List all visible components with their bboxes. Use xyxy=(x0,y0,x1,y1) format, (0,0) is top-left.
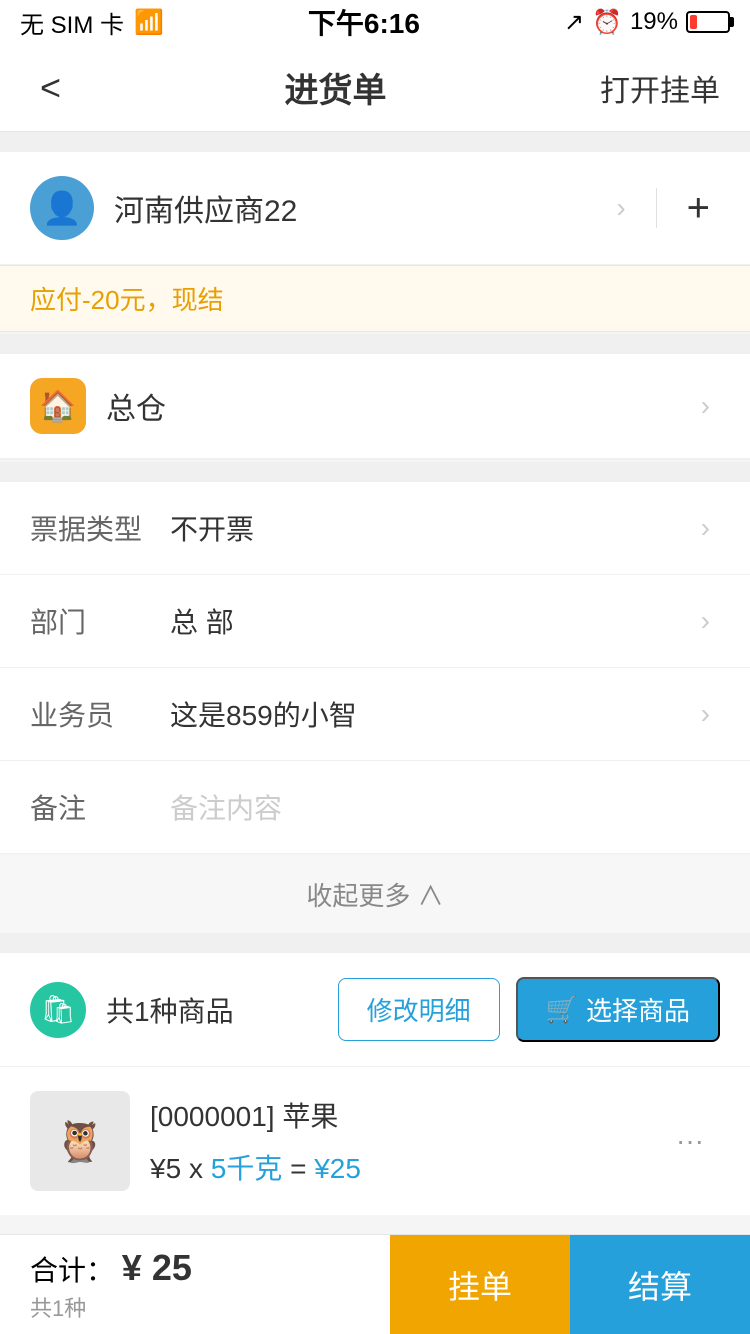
invoice-value: 不开票 xyxy=(170,508,701,548)
add-button[interactable]: + xyxy=(677,186,720,231)
total-count: 共1种 xyxy=(30,1291,360,1323)
bag-icon: 🛍 xyxy=(40,993,76,1026)
gap-1 xyxy=(0,132,750,152)
warehouse-row[interactable]: 🏠 总仓 › xyxy=(0,354,750,460)
chevron-right-invoice-icon: › xyxy=(701,512,710,544)
warehouse-icon: 🏠 xyxy=(30,378,86,434)
supplier-card: 👤 河南供应商22 › + 应付-20元，现结 xyxy=(0,152,750,332)
form-card: 票据类型 不开票 › 部门 总 部 › 业务员 这是859的小智 › 备注 备注… xyxy=(0,482,750,854)
department-label: 部门 xyxy=(30,601,170,641)
invoice-row[interactable]: 票据类型 不开票 › xyxy=(0,482,750,575)
total-label: 合计： xyxy=(30,1255,114,1286)
product-name: [0000001] 苹果 xyxy=(150,1095,640,1135)
checkout-button[interactable]: 结算 xyxy=(570,1235,750,1334)
warehouse-name: 总仓 xyxy=(106,384,701,428)
cart-icon: 🛒 xyxy=(546,994,578,1025)
nav-bar: < 进货单 打开挂单 xyxy=(0,44,750,132)
supplier-row[interactable]: 👤 河南供应商22 › + xyxy=(0,152,750,265)
supplier-name: 河南供应商22 xyxy=(114,186,616,230)
chevron-right-sales-icon: › xyxy=(701,698,710,730)
department-row[interactable]: 部门 总 部 › xyxy=(0,575,750,668)
open-hang-button[interactable]: 打开挂单 xyxy=(600,66,720,110)
battery-text: 19% xyxy=(630,8,678,36)
remark-row[interactable]: 备注 备注内容 xyxy=(0,761,750,854)
owl-icon: 🦉 xyxy=(55,1118,105,1165)
more-button[interactable]: ··· xyxy=(660,1117,720,1165)
house-icon: 🏠 xyxy=(39,389,76,424)
wifi-icon: 📶 xyxy=(134,8,164,37)
battery-icon xyxy=(686,11,730,33)
salesperson-value: 这是859的小智 xyxy=(170,694,701,734)
select-product-label: 选择商品 xyxy=(586,991,690,1028)
product-section: 🛍 共1种商品 修改明细 🛒 选择商品 🦉 [0000001] 苹果 ¥5 xyxy=(0,953,750,1215)
product-price: ¥5 x 5千克 = ¥25 xyxy=(150,1147,640,1187)
warehouse-card[interactable]: 🏠 总仓 › xyxy=(0,354,750,460)
product-header: 🛍 共1种商品 修改明细 🛒 选择商品 xyxy=(0,953,750,1067)
department-value: 总 部 xyxy=(170,601,701,641)
product-thumbnail: 🦉 xyxy=(30,1091,130,1191)
salesperson-label: 业务员 xyxy=(30,694,170,734)
avatar-icon: 👤 xyxy=(42,189,82,227)
carrier-text: 无 SIM 卡 xyxy=(20,5,124,40)
bottom-actions: 挂单 结算 xyxy=(390,1235,750,1334)
chevron-right-warehouse-icon: › xyxy=(701,390,710,422)
gap-2 xyxy=(0,334,750,354)
remark-label: 备注 xyxy=(30,787,170,827)
bottom-bar: 合计： ¥ 25 共1种 挂单 结算 xyxy=(0,1234,750,1334)
product-info: [0000001] 苹果 ¥5 x 5千克 = ¥25 xyxy=(150,1095,640,1187)
total-amount: ¥ 25 xyxy=(122,1247,192,1288)
alarm-icon: ⏰ xyxy=(592,8,622,37)
page-title: 进货单 xyxy=(285,63,387,112)
select-product-button[interactable]: 🛒 选择商品 xyxy=(516,977,720,1042)
location-icon: ↗ xyxy=(564,8,584,37)
edit-detail-button[interactable]: 修改明细 xyxy=(338,978,500,1041)
remark-placeholder: 备注内容 xyxy=(170,787,720,827)
hang-button[interactable]: 挂单 xyxy=(390,1235,570,1334)
product-code: [0000001] xyxy=(150,1101,275,1132)
salesperson-row[interactable]: 业务员 这是859的小智 › xyxy=(0,668,750,761)
total-value: ¥25 xyxy=(314,1153,361,1184)
collapse-button[interactable]: 收起更多 ∧ xyxy=(0,856,750,933)
status-bar: 无 SIM 卡 📶 下午6:16 ↗ ⏰ 19% xyxy=(0,0,750,44)
product-item: 🦉 [0000001] 苹果 ¥5 x 5千克 = ¥25 ··· xyxy=(0,1067,750,1215)
info-banner: 应付-20元，现结 xyxy=(0,265,750,332)
status-time: 下午6:16 xyxy=(308,2,420,42)
gap-3 xyxy=(0,462,750,482)
status-left: 无 SIM 卡 📶 xyxy=(20,5,164,40)
product-name-text: 苹果 xyxy=(282,1101,338,1132)
price-x: x xyxy=(189,1153,211,1184)
chevron-right-icon: › xyxy=(616,192,625,224)
total-section: 合计： ¥ 25 共1种 xyxy=(0,1247,390,1323)
chevron-right-dept-icon: › xyxy=(701,605,710,637)
total-row: 合计： ¥ 25 xyxy=(30,1247,360,1289)
status-right: ↗ ⏰ 19% xyxy=(564,8,730,37)
quantity-value: 5千克 xyxy=(211,1153,283,1184)
price-eq: = xyxy=(290,1153,314,1184)
invoice-label: 票据类型 xyxy=(30,508,170,548)
price-value: ¥5 xyxy=(150,1153,181,1184)
divider-vertical xyxy=(656,188,657,228)
product-count-icon: 🛍 xyxy=(30,982,86,1038)
back-button[interactable]: < xyxy=(30,57,71,119)
product-count-text: 共1种商品 xyxy=(106,990,338,1030)
gap-4 xyxy=(0,933,750,953)
avatar: 👤 xyxy=(30,176,94,240)
